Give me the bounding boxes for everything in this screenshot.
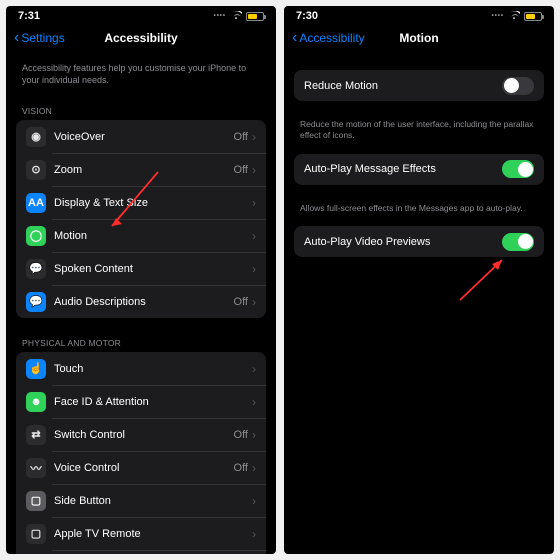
row-icon: ⇄ (26, 425, 46, 445)
row-value: Off (234, 131, 248, 143)
chevron-right-icon: › (252, 229, 256, 243)
back-button[interactable]: ‹ Settings (14, 30, 65, 46)
row-icon: ⊙ (26, 160, 46, 180)
back-button[interactable]: ‹ Accessibility (292, 30, 365, 46)
settings-row[interactable]: ◉ VoiceOverOff › (16, 120, 266, 153)
settings-row[interactable]: ☝ Touch› (16, 352, 266, 385)
row-value: Off (234, 296, 248, 308)
row-value: Off (234, 462, 248, 474)
row-label: Switch Control (54, 429, 234, 441)
row-icon: 💬 (26, 259, 46, 279)
section-header: VISION (16, 100, 266, 120)
toggle-switch[interactable] (502, 160, 534, 178)
status-time: 7:30 (296, 10, 318, 22)
toggle-row[interactable]: Reduce Motion (294, 70, 544, 101)
settings-row[interactable]: AA Display & Text Size› (16, 186, 266, 219)
battery-icon (524, 12, 542, 21)
phone-left: 7:31 •••• ‹ Settings Accessibility Acces… (6, 6, 276, 554)
chevron-right-icon: › (252, 130, 256, 144)
toggle-switch[interactable] (502, 77, 534, 95)
status-dots: •••• (214, 13, 226, 19)
row-label: Face ID & Attention (54, 396, 252, 408)
settings-row[interactable]: 💬 Spoken Content› (16, 252, 266, 285)
nav-bar: ‹ Accessibility Motion (284, 24, 554, 56)
settings-group: Auto-Play Video Previews (294, 226, 544, 257)
row-label: Audio Descriptions (54, 296, 234, 308)
settings-row[interactable]: ⇄ Switch ControlOff › (16, 418, 266, 451)
row-label: Spoken Content (54, 263, 252, 275)
row-label: Auto-Play Message Effects (304, 163, 502, 175)
back-label: Settings (21, 31, 64, 45)
toggle-row[interactable]: Auto-Play Message Effects (294, 154, 544, 185)
row-icon: ◉ (26, 127, 46, 147)
settings-group: Reduce Motion (294, 70, 544, 101)
settings-row[interactable]: ☻ Face ID & Attention› (16, 385, 266, 418)
settings-group: ◉VoiceOverOff›⊙ZoomOff›AADisplay & Text … (16, 120, 266, 318)
row-icon: 💬 (26, 292, 46, 312)
battery-icon (246, 12, 264, 21)
section-header: PHYSICAL AND MOTOR (16, 332, 266, 352)
chevron-right-icon: › (252, 461, 256, 475)
status-time: 7:31 (18, 10, 40, 22)
chevron-right-icon: › (252, 163, 256, 177)
settings-group: ☝Touch›☻Face ID & Attention›⇄Switch Cont… (16, 352, 266, 554)
row-label: Apple TV Remote (54, 528, 252, 540)
chevron-left-icon: ‹ (14, 30, 19, 46)
row-label: Reduce Motion (304, 80, 502, 92)
row-value: Off (234, 164, 248, 176)
motion-scroll[interactable]: Reduce Motion Reduce the motion of the us… (284, 56, 554, 554)
row-label: Voice Control (54, 462, 234, 474)
status-dots: •••• (492, 13, 504, 19)
wifi-icon (508, 11, 520, 22)
phone-right: 7:30 •••• ‹ Accessibility Motion Reduce … (284, 6, 554, 554)
toggle-switch[interactable] (502, 233, 534, 251)
section-footer: Reduce the motion of the user interface,… (294, 115, 544, 154)
status-bar: 7:30 •••• (284, 6, 554, 24)
chevron-right-icon: › (252, 295, 256, 309)
toggle-row[interactable]: Auto-Play Video Previews (294, 226, 544, 257)
row-label: Display & Text Size (54, 197, 252, 209)
row-icon: ◯ (26, 226, 46, 246)
row-label: VoiceOver (54, 131, 234, 143)
settings-scroll[interactable]: Accessibility features help you customis… (6, 56, 276, 554)
row-label: Zoom (54, 164, 234, 176)
settings-row[interactable]: ◯ Motion› (16, 219, 266, 252)
chevron-right-icon: › (252, 395, 256, 409)
chevron-right-icon: › (252, 527, 256, 541)
nav-bar: ‹ Settings Accessibility (6, 24, 276, 56)
status-bar: 7:31 •••• (6, 6, 276, 24)
chevron-right-icon: › (252, 196, 256, 210)
intro-text: Accessibility features help you customis… (16, 56, 266, 100)
row-label: Motion (54, 230, 252, 242)
settings-row[interactable]: 💬 Audio DescriptionsOff › (16, 285, 266, 318)
settings-row[interactable]: ⌨Keyboards› (16, 550, 266, 554)
row-icon: 〰 (26, 458, 46, 478)
row-icon: ▢ (26, 491, 46, 511)
settings-group: Auto-Play Message Effects (294, 154, 544, 185)
settings-row[interactable]: ▢ Side Button› (16, 484, 266, 517)
row-icon: ▢ (26, 524, 46, 544)
row-value: Off (234, 429, 248, 441)
row-icon: ☝ (26, 359, 46, 379)
settings-row[interactable]: 〰 Voice ControlOff › (16, 451, 266, 484)
settings-row[interactable]: ▢ Apple TV Remote› (16, 517, 266, 550)
row-label: Touch (54, 363, 252, 375)
row-label: Auto-Play Video Previews (304, 236, 502, 248)
row-icon: ☻ (26, 392, 46, 412)
chevron-left-icon: ‹ (292, 30, 297, 46)
row-label: Side Button (54, 495, 252, 507)
chevron-right-icon: › (252, 428, 256, 442)
chevron-right-icon: › (252, 362, 256, 376)
section-footer: Allows full-screen effects in the Messag… (294, 199, 544, 226)
chevron-right-icon: › (252, 494, 256, 508)
row-icon: AA (26, 193, 46, 213)
wifi-icon (230, 11, 242, 22)
back-label: Accessibility (299, 31, 364, 45)
settings-row[interactable]: ⊙ ZoomOff › (16, 153, 266, 186)
chevron-right-icon: › (252, 262, 256, 276)
